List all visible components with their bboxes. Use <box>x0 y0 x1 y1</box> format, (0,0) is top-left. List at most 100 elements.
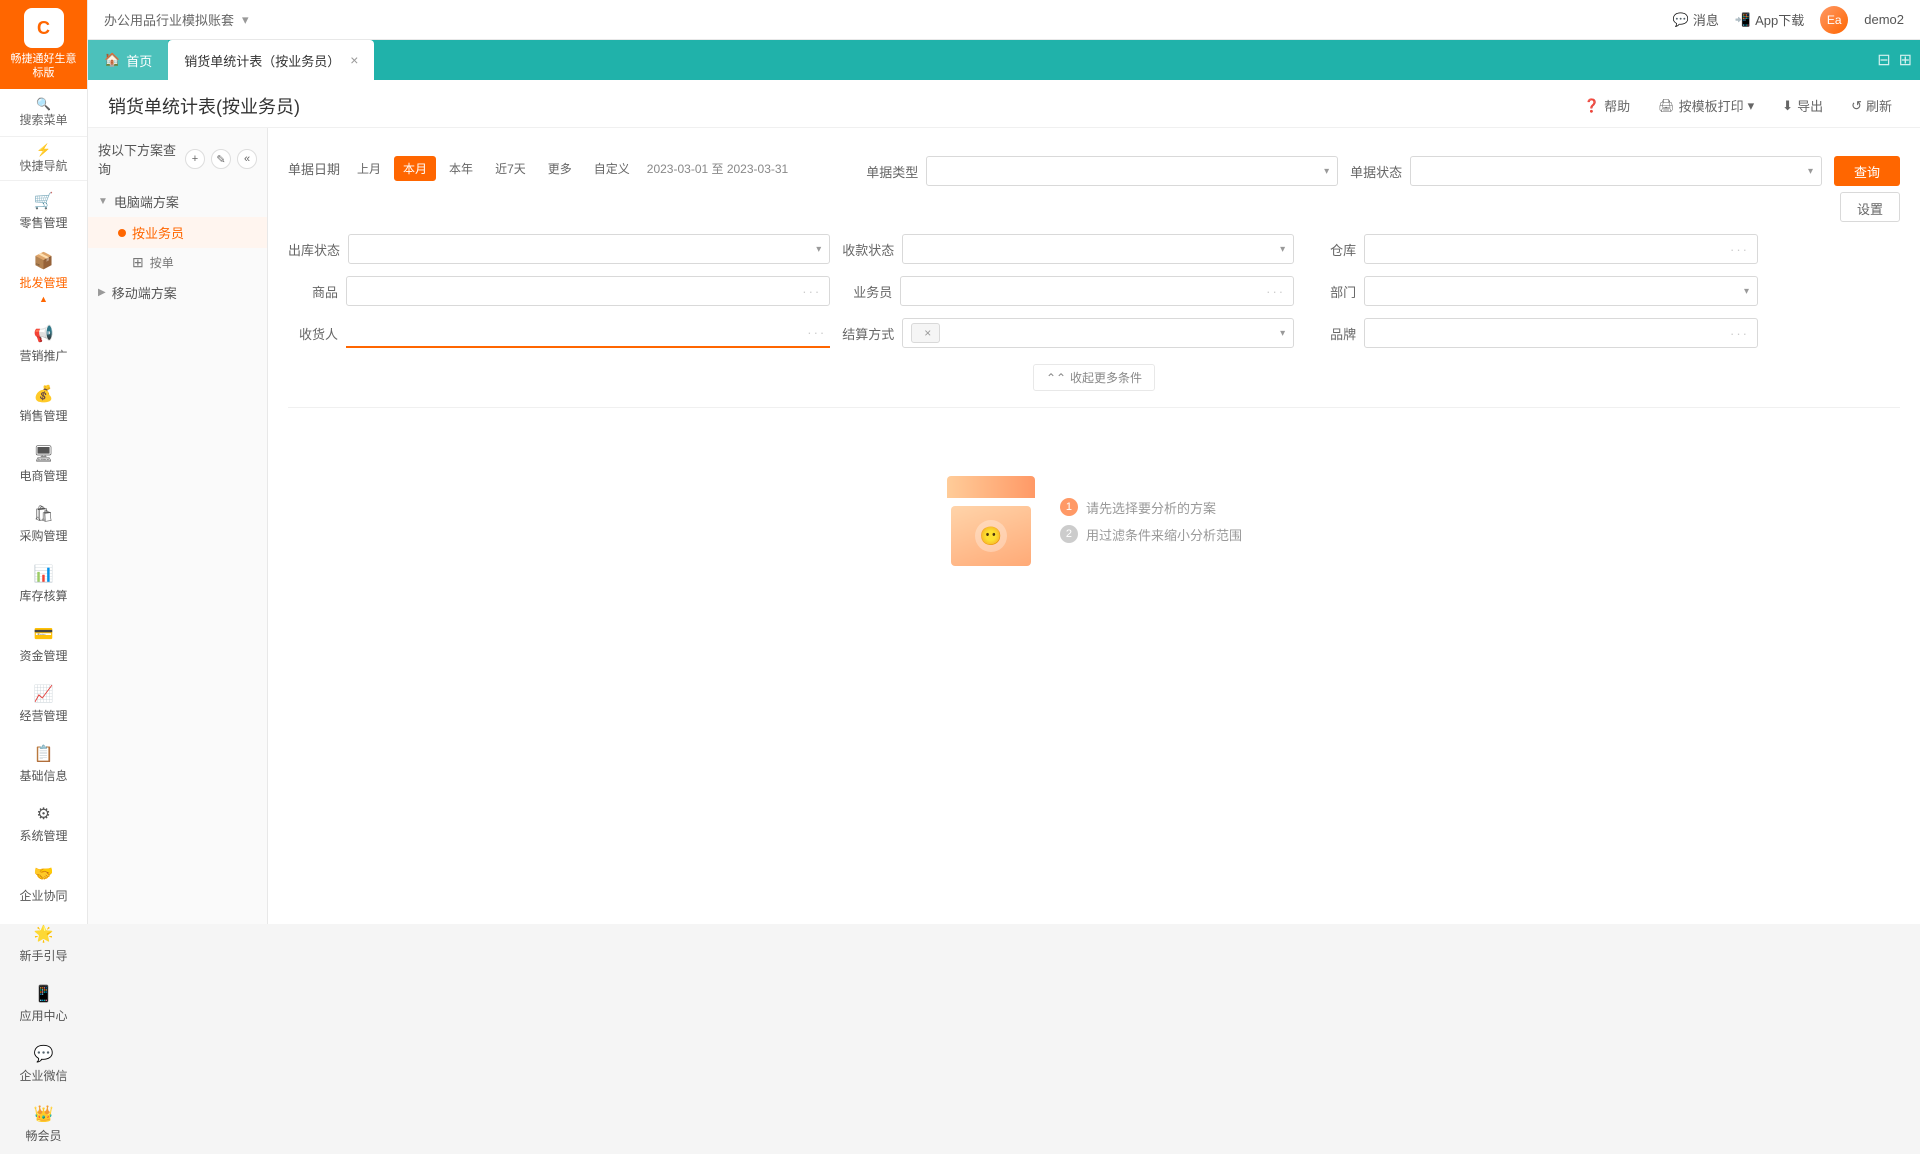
settlement-tag: × <box>911 323 940 343</box>
marketing-icon: 📢 <box>34 324 54 344</box>
tab-sales-stat[interactable]: 销货单统计表（按业务员） × <box>168 40 374 80</box>
product-select[interactable]: ··· <box>346 276 830 306</box>
sidebar-item-marketing[interactable]: 📢 营销推广 <box>0 314 87 374</box>
avatar[interactable]: Ea <box>1820 6 1848 34</box>
wechat-icon: 💬 <box>34 1044 54 1064</box>
print-btn[interactable]: 🖨 按模板打印 ▾ <box>1650 92 1762 119</box>
settlement-remove-btn[interactable]: × <box>924 326 931 340</box>
sidebar-item-system[interactable]: ⚙ 系统管理 <box>0 794 87 854</box>
user-initial: Ea <box>1827 13 1842 27</box>
minimize-icon[interactable]: ⊟ <box>1877 50 1890 70</box>
export-btn[interactable]: ⬇ 导出 <box>1774 92 1831 119</box>
step-2: 2 用过滤条件来缩小分析范围 <box>1060 525 1242 544</box>
settlement-label: 结算方式 <box>842 324 894 343</box>
sidebar-item-wholesale[interactable]: 📦 批发管理 ▲ <box>0 241 87 314</box>
logo-text: 畅捷通好生意 标版 <box>6 52 81 81</box>
doc-type-label: 单据类型 <box>866 162 918 181</box>
home-icon: 🏠 <box>104 52 120 68</box>
department-select[interactable]: ▾ <box>1364 276 1758 306</box>
collect-status-label: 收款状态 <box>842 240 894 259</box>
tab-expand-btns: ⊟ ⊞ <box>1877 50 1920 70</box>
right-panel: 单据日期 上月 本月 本年 近7天 更多 自定义 20 <box>268 128 1920 924</box>
sidebar-search[interactable]: 🔍 搜索菜单 <box>0 89 87 137</box>
settlement-select[interactable]: × ▾ <box>902 318 1294 348</box>
message-icon: 💬 <box>1673 12 1689 28</box>
sidebar-logo[interactable]: C 畅捷通好生意 标版 <box>0 0 87 89</box>
sidebar-item-basic[interactable]: 📋 基础信息 <box>0 734 87 794</box>
sidebar-item-retail[interactable]: 🛒 零售管理 <box>0 181 87 241</box>
out-status-label: 出库状态 <box>288 240 340 259</box>
tree-item-by-sales[interactable]: 按业务员 <box>88 217 267 248</box>
salesperson-dots: ··· <box>1266 284 1285 299</box>
step2-num: 2 <box>1060 525 1078 543</box>
step1-num: 1 <box>1060 498 1078 516</box>
tab-close-btn[interactable]: × <box>350 52 358 68</box>
sidebar-item-sales[interactable]: 💰 销售管理 <box>0 374 87 434</box>
box-lid <box>947 476 1035 498</box>
date-tab-custom[interactable]: 自定义 <box>585 156 639 181</box>
nav-icon: ⚡ <box>36 143 51 157</box>
help-btn[interactable]: ❓ 帮助 <box>1576 92 1638 119</box>
expand-icon[interactable]: ⊞ <box>1899 50 1912 70</box>
salesperson-select[interactable]: ··· <box>900 276 1294 306</box>
collapse-left-icon: « <box>244 153 250 165</box>
sidebar-item-finance[interactable]: 💳 资金管理 <box>0 614 87 674</box>
tree-arrow-right-icon: ▶ <box>98 287 106 298</box>
date-tab-last7[interactable]: 近7天 <box>486 156 535 181</box>
content-area: 销货单统计表(按业务员) ❓ 帮助 🖨 按模板打印 ▾ ⬇ 导出 ↺ 刷新 <box>88 80 1920 924</box>
tree-group-desktop: ▼ 电脑端方案 按业务员 ⊞ 按单 <box>88 186 267 277</box>
sidebar-item-enterprise[interactable]: 🤝 企业协同 <box>0 854 87 914</box>
tree-group-mobile-header[interactable]: ▶ 移动端方案 <box>88 277 267 308</box>
edit-scheme-btn[interactable]: ✎ <box>211 149 231 169</box>
date-tab-this-year[interactable]: 本年 <box>440 156 482 181</box>
message-btn[interactable]: 💬 消息 <box>1673 10 1719 29</box>
sidebar-item-member[interactable]: 👑 畅会员 <box>0 1094 87 1154</box>
topbar-right: 💬 消息 📲 App下载 Ea demo2 <box>1673 6 1904 34</box>
date-tab-more[interactable]: 更多 <box>539 156 581 181</box>
system-icon: ⚙ <box>36 804 50 824</box>
out-status-select[interactable]: ▾ <box>348 234 830 264</box>
sidebar-item-newbie[interactable]: 🌟 新手引导 <box>0 914 87 974</box>
query-button[interactable]: 查询 <box>1834 156 1900 186</box>
warehouse-select[interactable]: ··· <box>1364 234 1758 264</box>
tree-arrow-down-icon: ▼ <box>98 196 108 207</box>
add-icon: + <box>192 153 198 165</box>
date-tab-last-month[interactable]: 上月 <box>348 156 390 181</box>
collapse-panel-btn[interactable]: « <box>237 149 257 169</box>
date-label: 单据日期 <box>288 159 340 178</box>
dropdown-icon[interactable]: ▾ <box>242 12 249 28</box>
page-actions: ❓ 帮助 🖨 按模板打印 ▾ ⬇ 导出 ↺ 刷新 <box>1576 92 1900 119</box>
tab-home[interactable]: 🏠 首页 <box>88 40 168 80</box>
date-tab-this-month[interactable]: 本月 <box>394 156 436 181</box>
sidebar-item-operation[interactable]: 📈 经营管理 <box>0 674 87 734</box>
inventory-icon: 📊 <box>34 564 54 584</box>
collapse-conditions-btn[interactable]: ⌃⌃ 收起更多条件 <box>1033 364 1155 391</box>
receiver-input[interactable]: ··· <box>346 318 830 348</box>
topbar: 办公用品行业模拟账套 ▾ 💬 消息 📲 App下载 Ea demo2 <box>88 0 1920 40</box>
tree-group-desktop-header[interactable]: ▼ 电脑端方案 <box>88 186 267 217</box>
sidebar-item-inventory[interactable]: 📊 库存核算 <box>0 554 87 614</box>
basic-icon: 📋 <box>34 744 54 764</box>
add-scheme-btn[interactable]: + <box>185 149 205 169</box>
settings-button[interactable]: 设置 <box>1840 192 1900 222</box>
out-status-arrow: ▾ <box>816 244 821 255</box>
brand-select[interactable]: ··· <box>1364 318 1758 348</box>
refresh-btn[interactable]: ↺ 刷新 <box>1843 92 1900 119</box>
print-icon: 🖨 <box>1658 98 1675 114</box>
warehouse-label: 仓库 <box>1306 240 1356 259</box>
doc-status-select[interactable]: ▾ <box>1410 156 1822 186</box>
collect-status-select[interactable]: ▾ <box>902 234 1294 264</box>
nav-label: 快捷导航 <box>0 157 87 174</box>
brand-dots: ··· <box>1730 326 1749 341</box>
tree-item-by-order[interactable]: ⊞ 按单 <box>88 248 267 277</box>
operation-icon: 📈 <box>34 684 54 704</box>
member-icon: 👑 <box>34 1104 54 1124</box>
sidebar-item-purchase[interactable]: 🛍 采购管理 <box>0 494 87 554</box>
sidebar-item-ecommerce[interactable]: 🖥 电商管理 <box>0 434 87 494</box>
app-download-btn[interactable]: 📲 App下载 <box>1735 10 1804 29</box>
sidebar-item-apps[interactable]: 📱 应用中心 <box>0 974 87 1034</box>
ecommerce-icon: 🖥 <box>33 444 53 464</box>
sidebar-nav[interactable]: ⚡ 快捷导航 <box>0 137 87 181</box>
sidebar-item-wechat[interactable]: 💬 企业微信 <box>0 1034 87 1094</box>
doc-type-select[interactable]: ▾ <box>926 156 1338 186</box>
